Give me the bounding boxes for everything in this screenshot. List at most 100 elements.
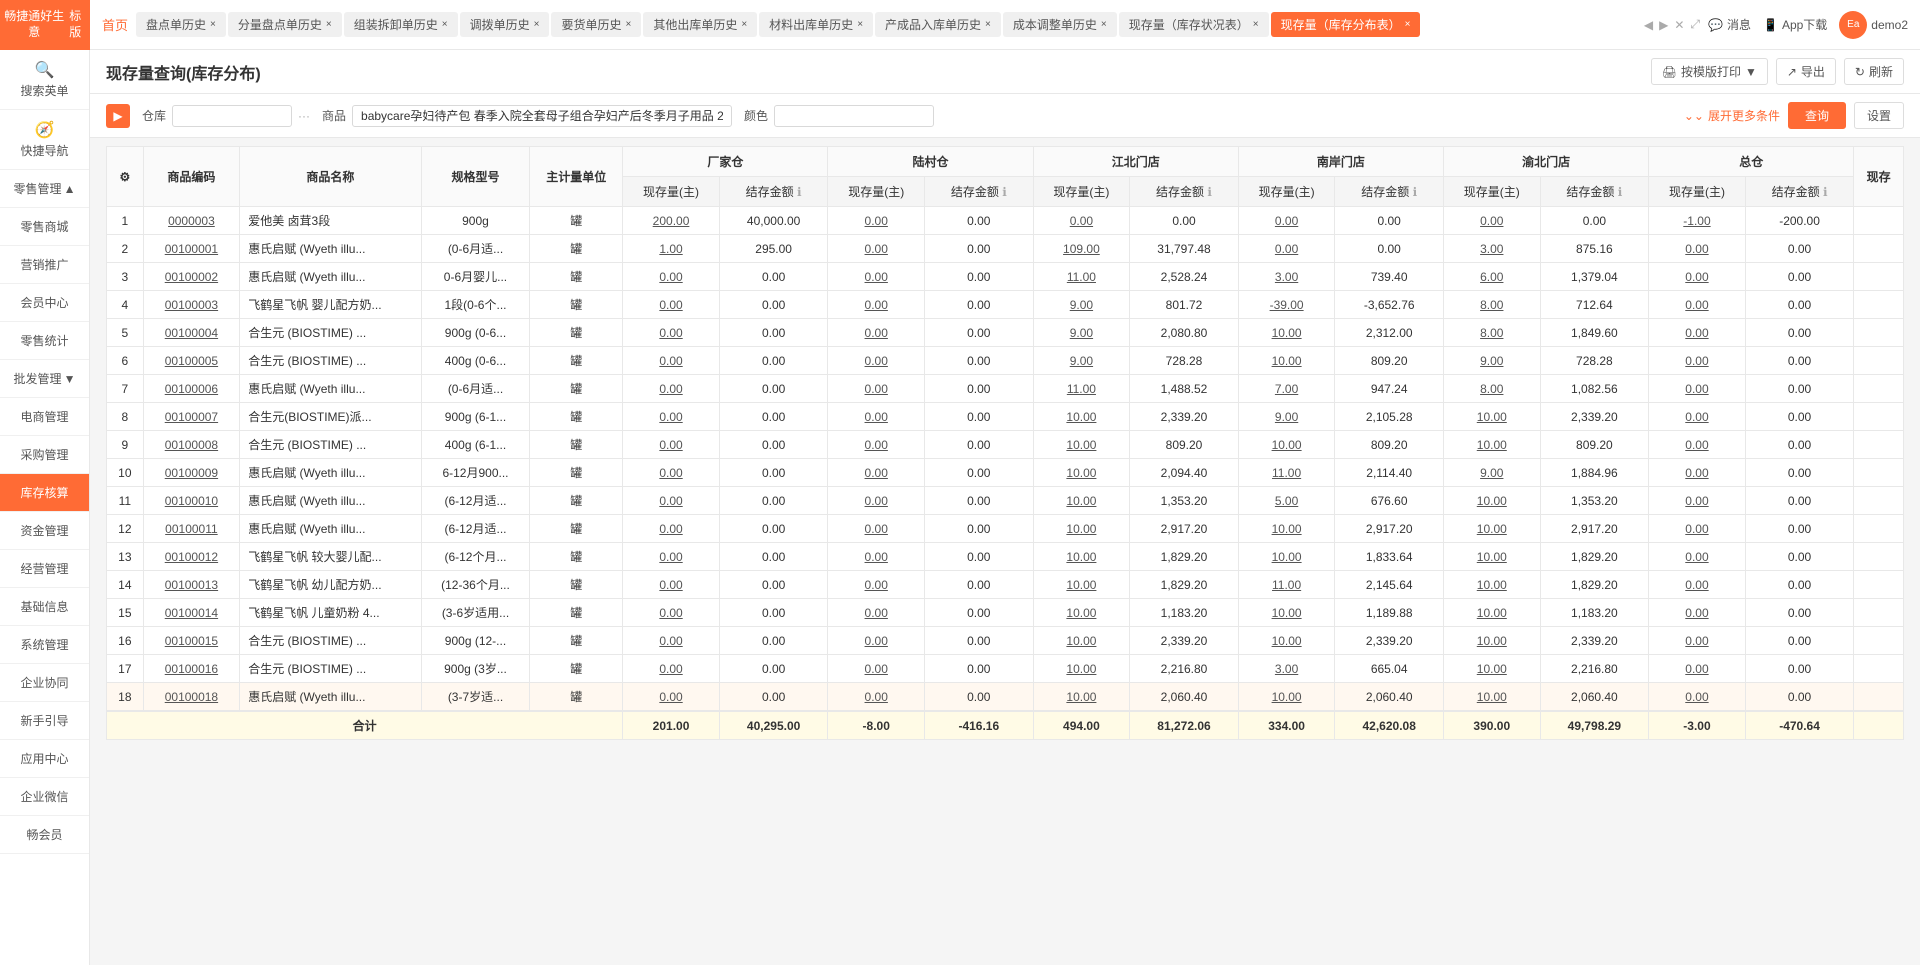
- tab-other-out[interactable]: 其他出库单历史 ×: [643, 12, 757, 37]
- tab-close-icon[interactable]: ×: [985, 19, 991, 30]
- tab-next-icon[interactable]: ▶: [1659, 18, 1668, 32]
- col-settings[interactable]: ⚙: [107, 147, 144, 207]
- tab-close-icon[interactable]: ×: [1101, 19, 1107, 30]
- cell-c2-amt: 0.00: [925, 571, 1034, 599]
- info-icon[interactable]: ℹ: [797, 185, 802, 199]
- sidebar-item-marketing[interactable]: 营销推广: [0, 246, 89, 284]
- sidebar-item-guide[interactable]: 新手引导: [0, 702, 89, 740]
- sidebar-item-basic[interactable]: 基础信息: [0, 588, 89, 626]
- info-icon[interactable]: ℹ: [1002, 185, 1007, 199]
- info-icon[interactable]: ℹ: [1618, 185, 1623, 199]
- export-icon: ↗: [1787, 65, 1797, 79]
- cell-c3-qty: 109.00: [1033, 235, 1130, 263]
- cell-extra: [1854, 347, 1904, 375]
- total-c5-qty: 390.00: [1444, 711, 1541, 740]
- cell-code: 00100007: [143, 403, 240, 431]
- cell-c5-qty: 10.00: [1444, 431, 1541, 459]
- info-icon[interactable]: ℹ: [1207, 185, 1212, 199]
- warehouse-input[interactable]: [172, 105, 292, 127]
- total-label: 合计: [107, 711, 623, 740]
- tab-transfer[interactable]: 调拨单历史 ×: [460, 12, 550, 37]
- sidebar-item-wholesale[interactable]: 批发管理 ▼: [0, 360, 89, 398]
- tab-close-icon[interactable]: ×: [534, 19, 540, 30]
- tab-close-icon[interactable]: ×: [442, 19, 448, 30]
- cell-c5-qty: 10.00: [1444, 655, 1541, 683]
- sidebar-item-retail[interactable]: 零售管理 ▲: [0, 170, 89, 208]
- query-btn[interactable]: 查询: [1788, 102, 1846, 129]
- cell-c4-qty: 3.00: [1238, 655, 1335, 683]
- filter-toggle-btn[interactable]: ▶: [106, 104, 130, 128]
- sidebar-item-member[interactable]: 会员中心: [0, 284, 89, 322]
- tab-cost-adjust[interactable]: 成本调整单历史 ×: [1003, 12, 1117, 37]
- sidebar-item-nav[interactable]: 🧭 快捷导航: [0, 110, 89, 170]
- tab-close-icon[interactable]: ×: [1405, 19, 1411, 30]
- tab-assemble[interactable]: 组装拆卸单历史 ×: [344, 12, 458, 37]
- table-row: 8 00100007 合生元(BIOSTIME)派... 900g (6-1..…: [107, 403, 1904, 431]
- tab-close-icon[interactable]: ×: [326, 19, 332, 30]
- expand-conditions-btn[interactable]: ⌄⌄ 展开更多条件: [1684, 107, 1780, 124]
- sidebar-item-search[interactable]: 🔍 搜索英单: [0, 50, 89, 110]
- sidebar-item-app-center[interactable]: 应用中心: [0, 740, 89, 778]
- export-btn[interactable]: ↗ 导出: [1776, 58, 1836, 85]
- cell-c3-amt: 809.20: [1130, 431, 1239, 459]
- tab-close-icon[interactable]: ×: [857, 19, 863, 30]
- cell-c2-qty: 0.00: [828, 683, 925, 712]
- info-icon[interactable]: ℹ: [1413, 185, 1418, 199]
- sidebar-item-operation[interactable]: 经营管理: [0, 550, 89, 588]
- cell-extra: [1854, 571, 1904, 599]
- tab-expand-icon[interactable]: ⤢: [1690, 17, 1700, 32]
- message-btn[interactable]: 💬 消息: [1708, 16, 1751, 33]
- tab-close-icon[interactable]: ×: [1253, 19, 1259, 30]
- cell-c4-qty: 0.00: [1238, 235, 1335, 263]
- sidebar-item-retail-shop[interactable]: 零售商城: [0, 208, 89, 246]
- home-link[interactable]: 首页: [102, 15, 128, 34]
- cell-c5-amt: 2,339.20: [1540, 627, 1649, 655]
- cell-unit: 罐: [530, 403, 623, 431]
- sidebar-item-retail-stat[interactable]: 零售统计: [0, 322, 89, 360]
- app-download-btn[interactable]: 📱 App下载: [1763, 16, 1827, 33]
- tab-material-out[interactable]: 材料出库单历史 ×: [759, 12, 873, 37]
- cell-c4-amt: 947.24: [1335, 375, 1444, 403]
- sidebar-item-member2[interactable]: 畅会员: [0, 816, 89, 854]
- sidebar-item-weixin[interactable]: 企业微信: [0, 778, 89, 816]
- tab-close-icon[interactable]: ×: [210, 19, 216, 30]
- sidebar-item-collab[interactable]: 企业协同: [0, 664, 89, 702]
- tab-close-icon[interactable]: ×: [741, 19, 747, 30]
- sidebar-item-system[interactable]: 系统管理: [0, 626, 89, 664]
- sub-c3-amt: 结存金额 ℹ: [1130, 177, 1239, 207]
- info-icon[interactable]: ℹ: [1823, 185, 1828, 199]
- cell-c3-qty: 9.00: [1033, 319, 1130, 347]
- cell-c3-amt: 801.72: [1130, 291, 1239, 319]
- cell-c2-qty: 0.00: [828, 459, 925, 487]
- tab-close-all-icon[interactable]: ✕: [1674, 18, 1684, 32]
- tab-stock-status[interactable]: 现存量（库存状况表） ×: [1119, 12, 1269, 37]
- settings-btn[interactable]: 设置: [1854, 102, 1904, 129]
- tab-inventory-count[interactable]: 盘点单历史 ×: [136, 12, 226, 37]
- sidebar-item-finance[interactable]: 资金管理: [0, 512, 89, 550]
- sidebar-item-ecommerce[interactable]: 电商管理: [0, 398, 89, 436]
- cell-c5-qty: 3.00: [1444, 235, 1541, 263]
- cell-total-amt: 0.00: [1745, 543, 1854, 571]
- tab-product-in[interactable]: 产成品入库单历史 ×: [875, 12, 1001, 37]
- user-menu[interactable]: Ea demo2: [1839, 11, 1908, 39]
- cell-total-qty: 0.00: [1649, 431, 1746, 459]
- tab-order[interactable]: 要货单历史 ×: [551, 12, 641, 37]
- print-btn[interactable]: 🖨 按模版打印 ▼: [1651, 58, 1768, 85]
- cell-c3-qty: 10.00: [1033, 571, 1130, 599]
- sidebar-item-inventory[interactable]: 库存核算: [0, 474, 89, 512]
- cell-total-amt: 0.00: [1745, 235, 1854, 263]
- cell-c1-qty: 0.00: [623, 347, 720, 375]
- tab-prev-icon[interactable]: ◀: [1644, 18, 1653, 32]
- refresh-btn[interactable]: ↻ 刷新: [1844, 58, 1904, 85]
- tab-split-count[interactable]: 分量盘点单历史 ×: [228, 12, 342, 37]
- cell-name: 惠氏启赋 (Wyeth illu...: [240, 263, 421, 291]
- color-input[interactable]: [774, 105, 934, 127]
- total-extra: [1854, 711, 1904, 740]
- sidebar-item-purchase[interactable]: 采购管理: [0, 436, 89, 474]
- tab-close-icon[interactable]: ×: [625, 19, 631, 30]
- cell-unit: 罐: [530, 347, 623, 375]
- col-code-header: 商品编码: [143, 147, 240, 207]
- cell-spec: 900g (6-1...: [421, 403, 530, 431]
- tab-stock-dist[interactable]: 现存量（库存分布表） ×: [1271, 12, 1421, 37]
- goods-input[interactable]: [352, 105, 732, 127]
